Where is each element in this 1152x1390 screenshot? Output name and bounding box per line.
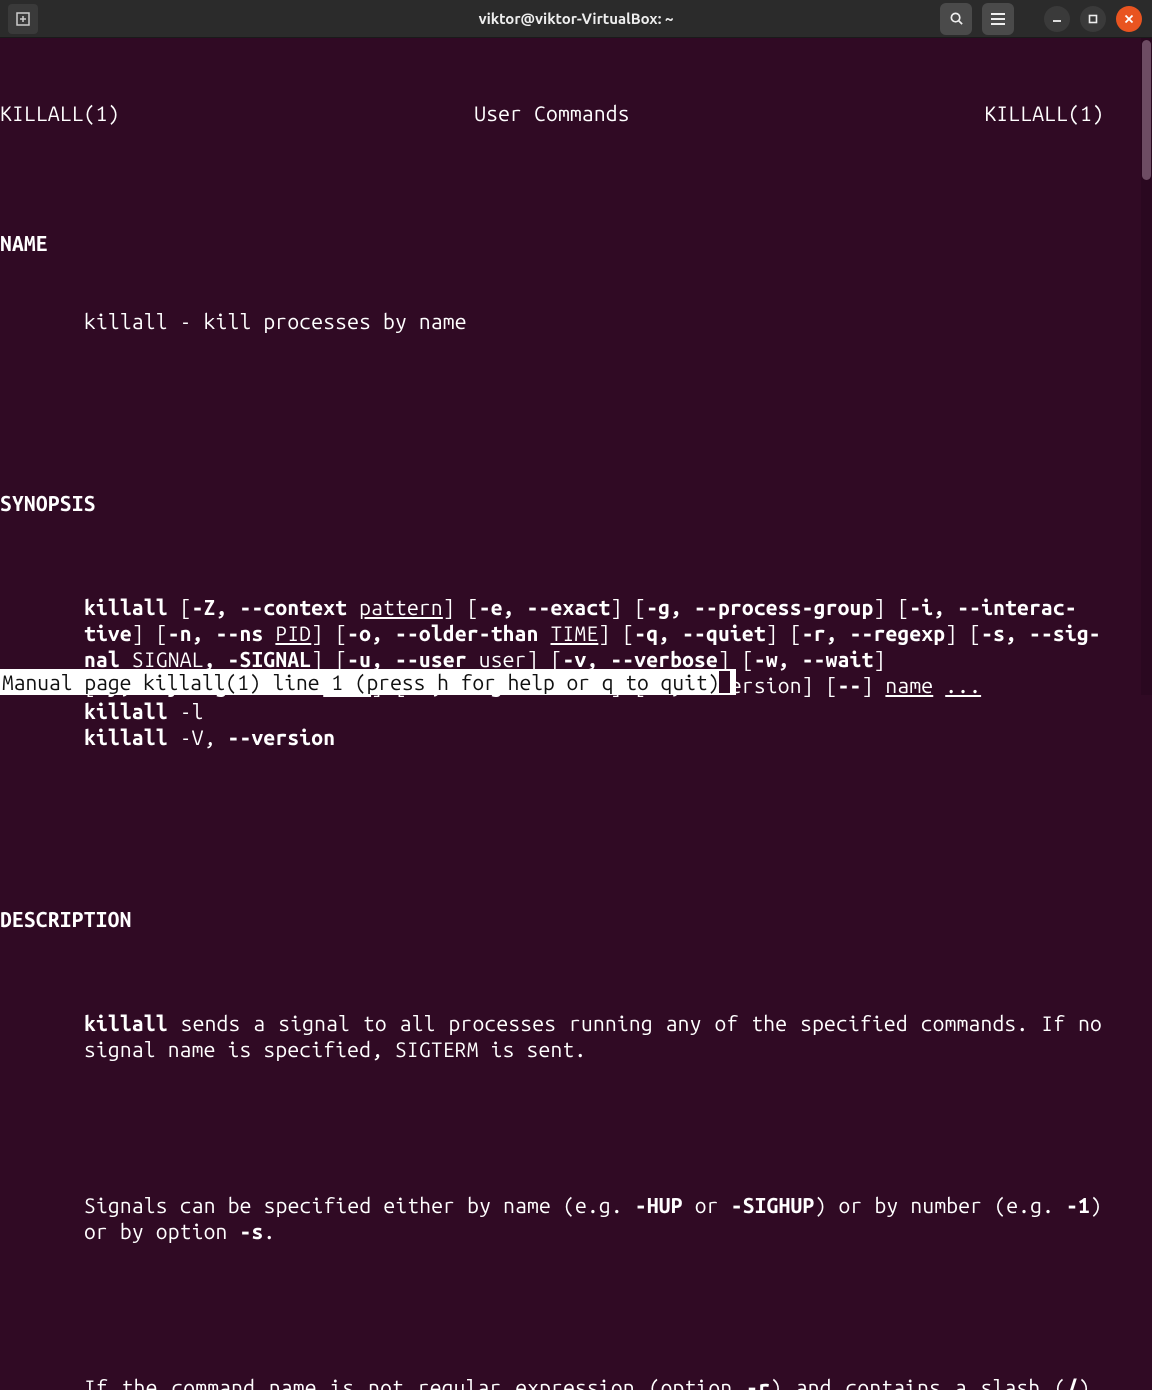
scrollbar[interactable]: [1141, 38, 1152, 695]
minimize-button[interactable]: [1044, 6, 1070, 32]
description-p3: If the command name is not regular expre…: [0, 1374, 1152, 1390]
man-page-content: KILLALL(1) User Commands KILLALL(1) NAME…: [0, 38, 1152, 1390]
scrollbar-thumb[interactable]: [1142, 40, 1151, 180]
man-header-left: KILLALL(1): [0, 100, 120, 126]
close-button[interactable]: [1116, 6, 1142, 32]
titlebar: viktor@viktor-VirtualBox: ~: [0, 0, 1152, 38]
section-name-heading: NAME: [0, 230, 1152, 256]
search-button[interactable]: [940, 3, 972, 35]
hamburger-icon: [991, 13, 1005, 25]
section-synopsis-heading: SYNOPSIS: [0, 490, 1152, 516]
man-header-center: User Commands: [474, 100, 629, 126]
description-p2: Signals can be specified either by name …: [0, 1192, 1152, 1244]
new-tab-button[interactable]: [8, 4, 38, 34]
man-status-line: Manual page killall(1) line 1 (press h f…: [0, 669, 736, 695]
cursor: [719, 671, 730, 693]
terminal-viewport[interactable]: KILLALL(1) User Commands KILLALL(1) NAME…: [0, 38, 1152, 695]
man-header-right: KILLALL(1): [984, 100, 1152, 126]
section-description-heading: DESCRIPTION: [0, 906, 1152, 932]
menu-button[interactable]: [982, 3, 1014, 35]
maximize-button[interactable]: [1080, 6, 1106, 32]
description-p1: killall sends a signal to all processes …: [0, 1010, 1152, 1062]
name-line: killall - kill processes by name: [0, 308, 1152, 334]
